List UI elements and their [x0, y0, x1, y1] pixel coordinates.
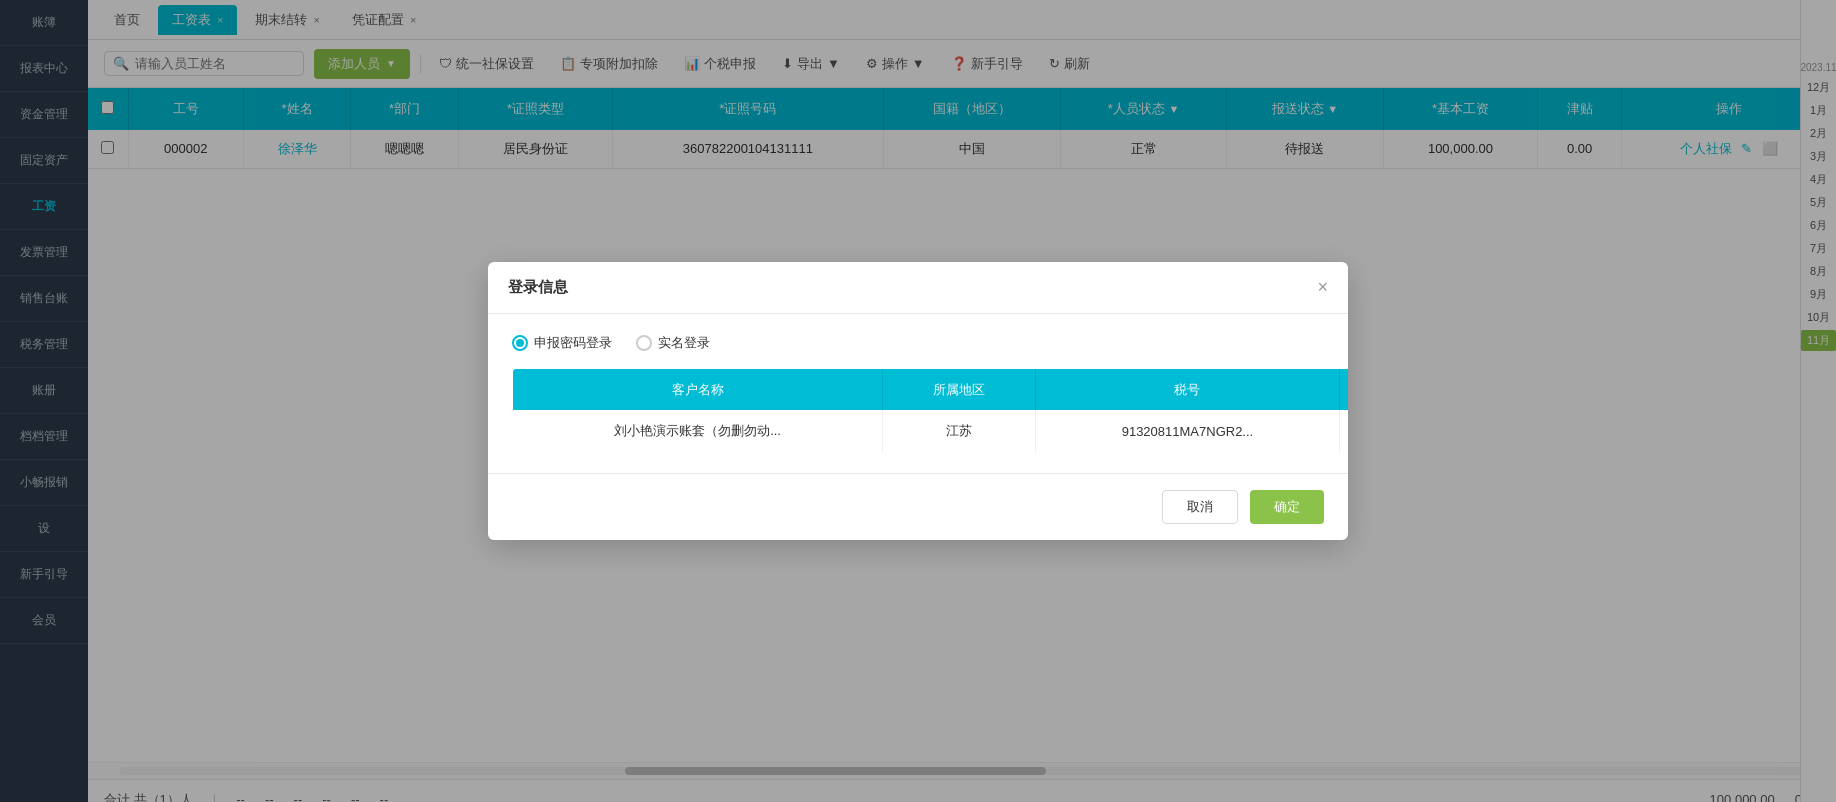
cancel-button[interactable]: 取消 [1162, 490, 1238, 524]
modal-cell-region: 江苏 [883, 410, 1036, 453]
confirm-button[interactable]: 确定 [1250, 490, 1324, 524]
modal-col-region: 所属地区 [883, 368, 1036, 410]
radio-realname-login[interactable]: 实名登录 [636, 334, 710, 352]
login-type-radio-group: 申报密码登录 实名登录 [512, 334, 1324, 352]
login-info-modal: 登录信息 × 申报密码登录 实名登录 客户名称 所属地区 [488, 262, 1348, 541]
modal-cell-tax-number: 91320811MA7NGR2... [1036, 410, 1339, 453]
modal-overlay: 登录信息 × 申报密码登录 实名登录 客户名称 所属地区 [0, 0, 1836, 802]
modal-table-row: 刘小艳演示账套（勿删勿动... 江苏 91320811MA7NGR2... [513, 410, 1349, 453]
modal-body: 申报密码登录 实名登录 客户名称 所属地区 税号 个税密码 [488, 314, 1348, 474]
modal-close-button[interactable]: × [1317, 278, 1328, 296]
modal-col-tax-number: 税号 [1036, 368, 1339, 410]
modal-col-password: 个税密码 [1339, 368, 1348, 410]
modal-title: 登录信息 [508, 278, 568, 297]
modal-footer: 取消 确定 [488, 473, 1348, 540]
modal-cell-password[interactable] [1339, 410, 1348, 453]
radio-realname-circle [636, 335, 652, 351]
modal-col-client-name: 客户名称 [513, 368, 883, 410]
login-client-table: 客户名称 所属地区 税号 个税密码 刘小艳演示账套（勿删勿动... 江苏 913… [512, 368, 1348, 454]
modal-table-header: 客户名称 所属地区 税号 个税密码 [513, 368, 1349, 410]
radio-password-circle [512, 335, 528, 351]
radio-password-login[interactable]: 申报密码登录 [512, 334, 612, 352]
modal-header: 登录信息 × [488, 262, 1348, 314]
modal-cell-client-name: 刘小艳演示账套（勿删勿动... [513, 410, 883, 453]
